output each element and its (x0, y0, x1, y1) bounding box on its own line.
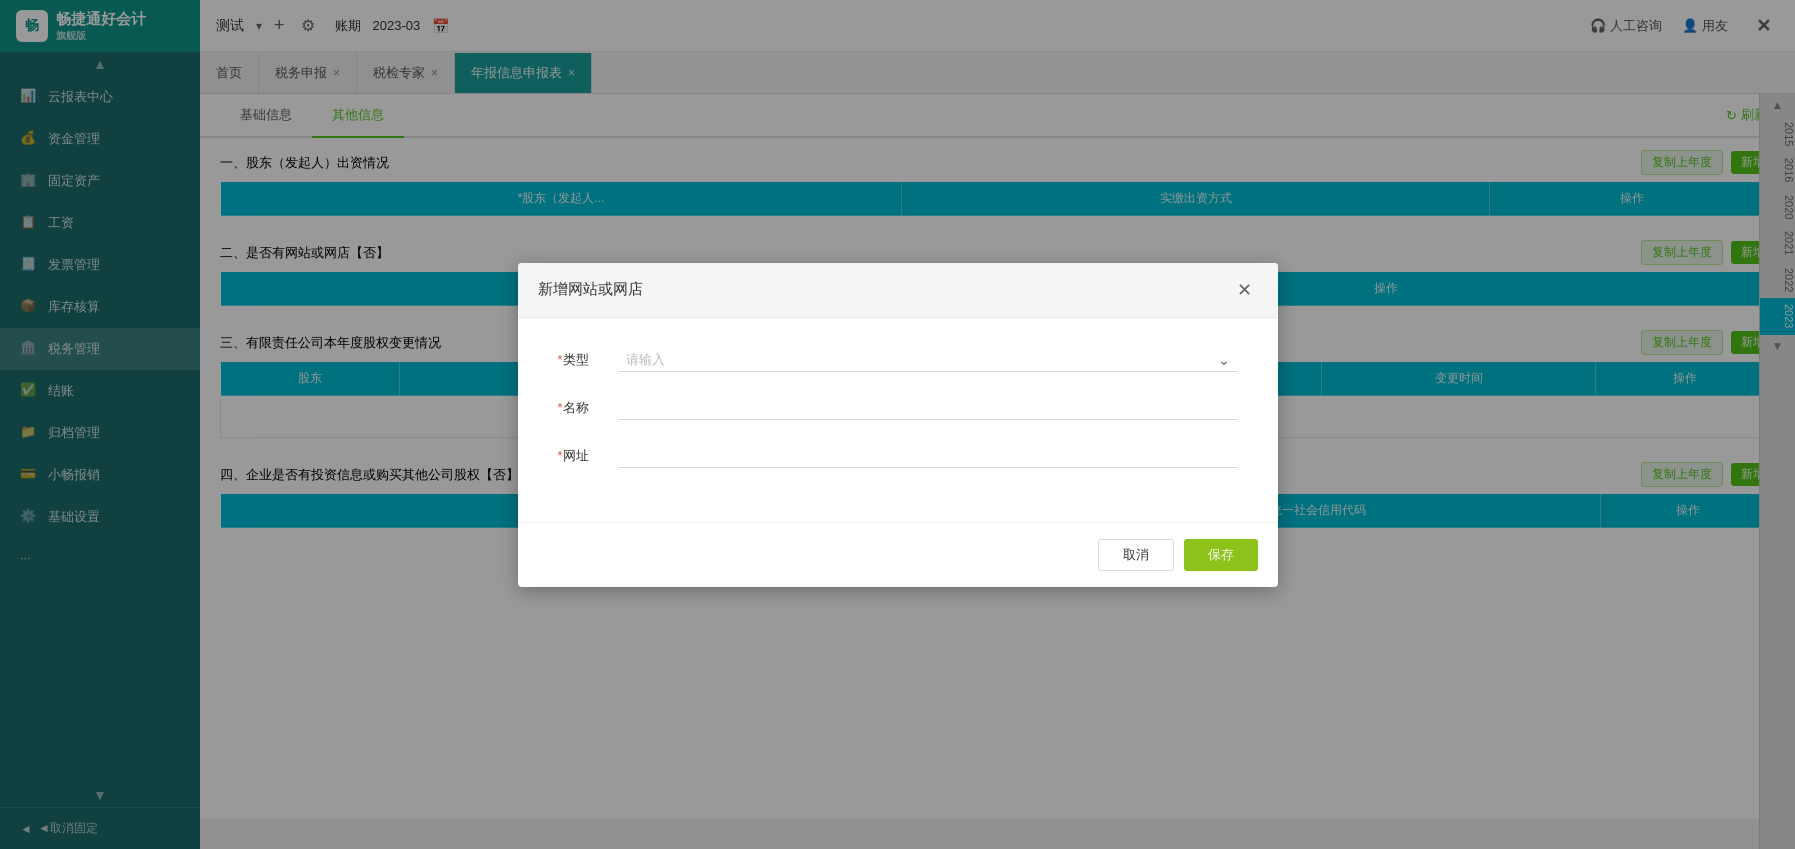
cancel-button[interactable]: 取消 (1098, 539, 1174, 571)
url-label-text: 网址 (563, 448, 589, 463)
modal-body: *类型 ⌄ *名称 *网址 (518, 318, 1278, 522)
name-label-text: 名称 (563, 400, 589, 415)
name-field (618, 396, 1238, 420)
modal-close-button[interactable]: ✕ (1231, 277, 1258, 303)
modal-overlay: 新增网站或网店 ✕ *类型 ⌄ *名称 (0, 0, 1795, 849)
modal-header: 新增网站或网店 ✕ (518, 263, 1278, 318)
modal-footer: 取消 保存 (518, 522, 1278, 587)
type-label-text: 类型 (563, 352, 589, 367)
modal-add-website: 新增网站或网店 ✕ *类型 ⌄ *名称 (518, 263, 1278, 587)
form-row-type: *类型 ⌄ (558, 348, 1238, 372)
type-input[interactable] (618, 348, 1238, 372)
save-button[interactable]: 保存 (1184, 539, 1258, 571)
type-field: ⌄ (618, 348, 1238, 372)
modal-title: 新增网站或网店 (538, 280, 643, 299)
url-label: *网址 (558, 447, 618, 465)
form-row-name: *名称 (558, 396, 1238, 420)
form-row-url: *网址 (558, 444, 1238, 468)
url-field (618, 444, 1238, 468)
url-input[interactable] (618, 444, 1238, 468)
name-input[interactable] (618, 396, 1238, 420)
name-label: *名称 (558, 399, 618, 417)
type-label: *类型 (558, 351, 618, 369)
